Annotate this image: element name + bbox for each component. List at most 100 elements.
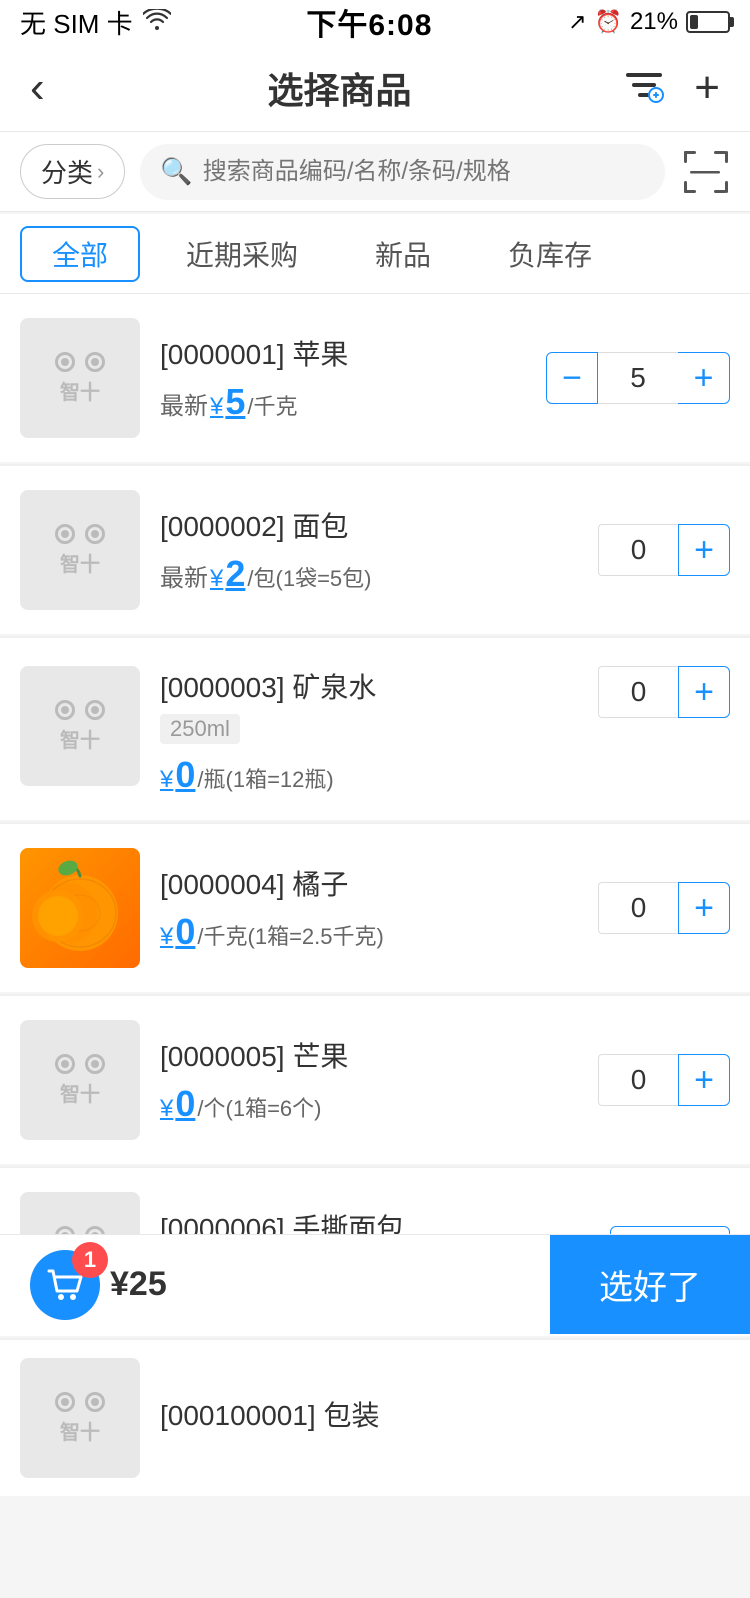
category-label: 分类 xyxy=(41,153,93,190)
price-currency-4: ¥ xyxy=(160,923,173,951)
product-info-1: [0000001] 苹果 最新 ¥ 5 /千克 xyxy=(140,333,546,423)
bottom-bar: 1 ¥25 选好了 xyxy=(0,1234,750,1334)
search-icon: 🔍 xyxy=(160,156,192,187)
alarm-icon: ⏰ xyxy=(595,9,622,35)
confirm-button[interactable]: 选好了 xyxy=(550,1235,750,1334)
product-price-3: ¥ 0 /瓶(1箱=12瓶) xyxy=(160,754,578,796)
product-name-7: [000100001] 包装 xyxy=(160,1394,710,1434)
status-carrier: 无 SIM 卡 xyxy=(20,4,171,41)
price-unit-2: /包(1袋=5包) xyxy=(247,561,371,593)
price-unit-5: /个(1箱=6个) xyxy=(197,1091,321,1123)
tab-new-label: 新品 xyxy=(375,234,431,274)
cart-section: 1 ¥25 xyxy=(0,1250,550,1320)
qty-control-3: + xyxy=(598,666,730,718)
product-item-7: 智十 [000100001] 包装 xyxy=(0,1340,750,1496)
qty-control-2: + xyxy=(598,524,730,576)
qty-input-2[interactable] xyxy=(598,524,678,576)
tab-bar: 全部 近期采购 新品 负库存 xyxy=(0,214,750,294)
qty-input-1[interactable] xyxy=(598,352,678,404)
product-item-2: 智十 [0000002] 面包 最新 ¥ 2 /包(1袋=5包) + xyxy=(0,466,750,634)
product-price-5: ¥ 0 /个(1箱=6个) xyxy=(160,1083,578,1125)
product-item-3: 智十 [0000003] 矿泉水 250ml ¥ 0 /瓶(1箱=12瓶) + xyxy=(0,638,750,820)
tab-negative-label: 负库存 xyxy=(508,234,592,274)
qty-plus-4[interactable]: + xyxy=(678,882,730,934)
qty-plus-1[interactable]: + xyxy=(678,352,730,404)
scan-button[interactable] xyxy=(680,147,730,197)
cart-total: ¥25 xyxy=(110,1265,167,1304)
location-icon: ↗ xyxy=(568,9,586,35)
qty-input-5[interactable] xyxy=(598,1054,678,1106)
tab-recent[interactable]: 近期采购 xyxy=(155,226,329,282)
tab-all[interactable]: 全部 xyxy=(20,226,140,282)
tab-all-label: 全部 xyxy=(52,234,108,274)
product-item-5: 智十 [0000005] 芒果 ¥ 0 /个(1箱=6个) + xyxy=(0,996,750,1164)
category-button[interactable]: 分类 › xyxy=(20,144,125,199)
carrier-text: 无 SIM 卡 xyxy=(20,4,133,41)
price-amount-2: 2 xyxy=(225,553,245,595)
product-info-3: [0000003] 矿泉水 250ml ¥ 0 /瓶(1箱=12瓶) xyxy=(140,666,598,796)
status-time: 下午6:08 xyxy=(306,0,432,44)
product-name-1: [0000001] 苹果 xyxy=(160,333,526,373)
cart-icon[interactable]: 1 xyxy=(30,1250,100,1320)
search-box: 🔍 xyxy=(140,144,665,200)
product-name-4: [0000004] 橘子 xyxy=(160,863,578,903)
battery-percent: 21% xyxy=(630,8,678,36)
qty-input-3[interactable] xyxy=(598,666,678,718)
tab-recent-label: 近期采购 xyxy=(186,234,298,274)
product-item-1: 智十 [0000001] 苹果 最新 ¥ 5 /千克 − + xyxy=(0,294,750,462)
back-button[interactable]: ‹ xyxy=(30,63,55,113)
price-amount-1: 5 xyxy=(225,381,245,423)
product-price-2: 最新 ¥ 2 /包(1袋=5包) xyxy=(160,553,578,595)
price-label-1: 最新 xyxy=(160,386,208,421)
owl-logo-3: 智十 xyxy=(55,700,105,753)
product-image-2: 智十 xyxy=(20,490,140,610)
product-image-1: 智十 xyxy=(20,318,140,438)
price-currency-3: ¥ xyxy=(160,766,173,794)
owl-logo-7: 智十 xyxy=(55,1392,105,1445)
qty-plus-3[interactable]: + xyxy=(678,666,730,718)
product-name-2: [0000002] 面包 xyxy=(160,505,578,545)
category-arrow-icon: › xyxy=(97,159,104,185)
qty-control-1: − + xyxy=(546,352,730,404)
product-name-3: [0000003] 矿泉水 xyxy=(160,666,578,706)
price-currency-2: ¥ xyxy=(210,565,223,593)
price-amount-5: 0 xyxy=(175,1083,195,1125)
page-title: 选择商品 xyxy=(267,62,411,114)
qty-plus-5[interactable]: + xyxy=(678,1054,730,1106)
qty-plus-2[interactable]: + xyxy=(678,524,730,576)
product-info-5: [0000005] 芒果 ¥ 0 /个(1箱=6个) xyxy=(140,1035,598,1125)
product-item-4: [0000004] 橘子 ¥ 0 /千克(1箱=2.5千克) + xyxy=(0,824,750,992)
qty-minus-1[interactable]: − xyxy=(546,352,598,404)
price-currency-5: ¥ xyxy=(160,1095,173,1123)
qty-input-4[interactable] xyxy=(598,882,678,934)
product-image-7: 智十 xyxy=(20,1358,140,1478)
tab-negative[interactable]: 负库存 xyxy=(477,226,623,282)
product-info-7: [000100001] 包装 xyxy=(140,1394,730,1442)
search-input[interactable] xyxy=(203,158,645,186)
product-image-3: 智十 xyxy=(20,666,140,786)
price-amount-4: 0 xyxy=(175,911,195,953)
price-label-2: 最新 xyxy=(160,558,208,593)
owl-logo-2: 智十 xyxy=(55,524,105,577)
nav-bar: ‹ 选择商品 + xyxy=(0,44,750,132)
product-price-4: ¥ 0 /千克(1箱=2.5千克) xyxy=(160,911,578,953)
price-unit-4: /千克(1箱=2.5千克) xyxy=(197,919,383,951)
product-list: 智十 [0000001] 苹果 最新 ¥ 5 /千克 − + xyxy=(0,294,750,1598)
battery-icon xyxy=(686,11,730,33)
product-image-4 xyxy=(20,848,140,968)
status-icons: ↗ ⏰ 21% xyxy=(568,8,730,36)
price-currency-1: ¥ xyxy=(210,393,223,421)
cart-badge: 1 xyxy=(72,1242,108,1278)
filter-icon[interactable] xyxy=(624,67,664,108)
qty-control-5: + xyxy=(598,1054,730,1106)
price-unit-1: /千克 xyxy=(247,389,297,421)
product-image-5: 智十 xyxy=(20,1020,140,1140)
owl-logo: 智十 xyxy=(55,352,105,405)
tab-new[interactable]: 新品 xyxy=(344,226,462,282)
price-amount-3: 0 xyxy=(175,754,195,796)
product-info-2: [0000002] 面包 最新 ¥ 2 /包(1袋=5包) xyxy=(140,505,598,595)
product-info-4: [0000004] 橘子 ¥ 0 /千克(1箱=2.5千克) xyxy=(140,863,598,953)
qty-control-4: + xyxy=(598,882,730,934)
add-icon[interactable]: + xyxy=(694,63,720,113)
status-bar: 无 SIM 卡 下午6:08 ↗ ⏰ 21% xyxy=(0,0,750,44)
